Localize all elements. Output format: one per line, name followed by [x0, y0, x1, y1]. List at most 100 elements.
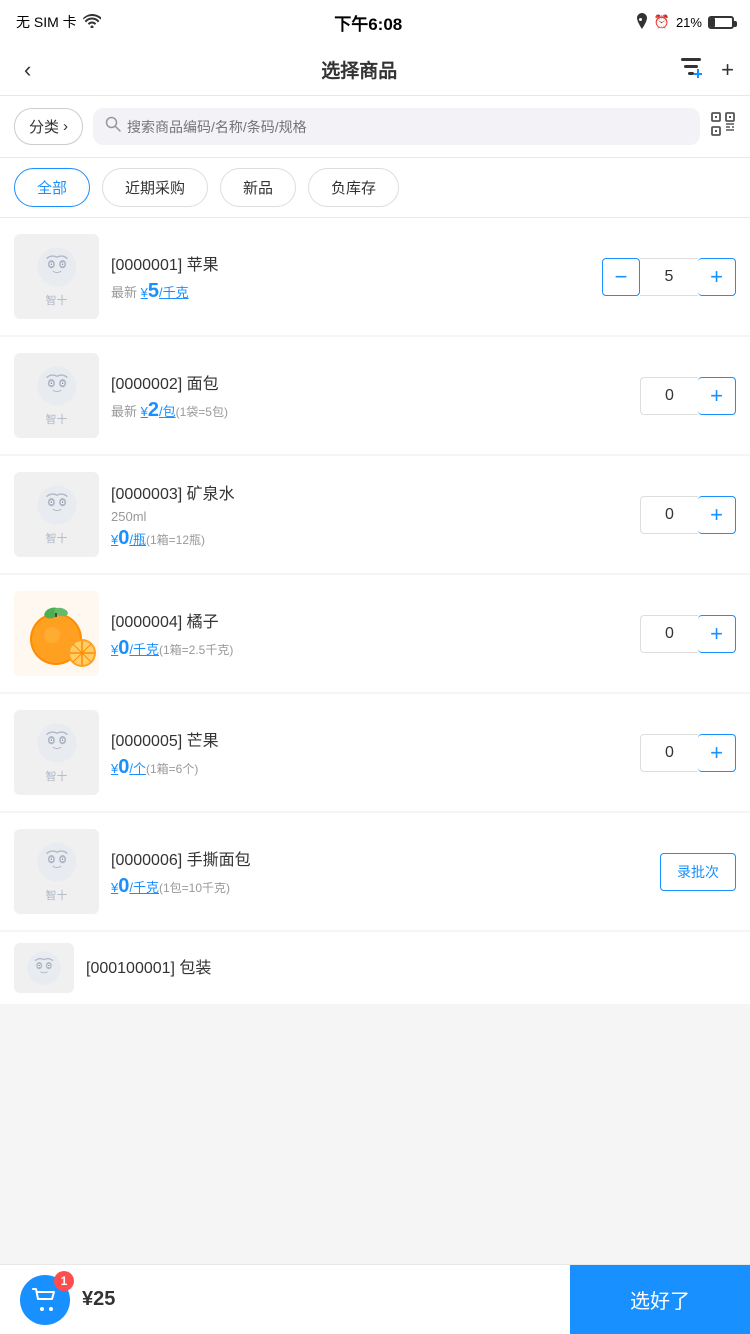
price-number: 0 [118, 875, 129, 897]
price-unit: /千克 [159, 285, 189, 300]
chevron-right-icon: › [63, 118, 68, 135]
cart-total: ¥25 [82, 1288, 115, 1311]
quantity-input[interactable] [640, 377, 698, 415]
scan-icon[interactable] [710, 111, 736, 143]
product-name: [0000005] 芒果 [111, 727, 628, 751]
product-name: [0000003] 矿泉水 [111, 480, 628, 504]
page-title: 选择商品 [321, 56, 397, 83]
product-image-placeholder: 智十 [14, 829, 99, 914]
list-item: 智十 [0000006] 手撕面包 ¥0/千克(1包=10千克) 录批次 [0, 813, 750, 930]
product-info: [0000003] 矿泉水 250ml ¥0/瓶(1箱=12瓶) [99, 480, 640, 550]
cart-section: 1 ¥25 [0, 1275, 570, 1325]
cart-count-badge: 1 [54, 1271, 74, 1291]
filter-icon[interactable] [679, 56, 703, 84]
quantity-input[interactable] [640, 258, 698, 296]
price-unit: /个 [129, 761, 146, 776]
product-name: [0000001] 苹果 [111, 251, 590, 275]
price-currency: ¥ [141, 285, 148, 300]
price-latest-label: 最新 [111, 285, 141, 300]
category-button[interactable]: 分类 › [14, 108, 83, 145]
product-price: ¥0/千克(1包=10千克) [111, 875, 648, 898]
bottom-bar: 1 ¥25 选好了 [0, 1264, 750, 1334]
status-right: ⏰ 21% [636, 13, 734, 32]
price-latest-label: 最新 [111, 404, 141, 419]
product-list: 智十 [0000001] 苹果 最新 ¥5/千克 − + [0, 218, 750, 1004]
product-spec: 250ml [111, 509, 628, 524]
brand-label: 智十 [46, 292, 68, 308]
quantity-control: + [640, 496, 736, 534]
list-item-partial: [000100001] 包装 [0, 932, 750, 1004]
filter-bar: 分类 › [0, 96, 750, 158]
carrier-label: 无 SIM 卡 [16, 12, 77, 32]
increase-button[interactable]: + [698, 258, 736, 296]
tab-recent[interactable]: 近期采购 [102, 168, 208, 207]
wifi-icon [83, 14, 101, 31]
decrease-button[interactable]: − [602, 258, 640, 296]
quantity-input[interactable] [640, 496, 698, 534]
extra-info: (1箱=12瓶) [146, 533, 205, 547]
brand-label: 智十 [46, 887, 68, 903]
battery-icon [708, 16, 734, 29]
product-info: [000100001] 包装 [74, 954, 736, 983]
list-item: [0000004] 橘子 ¥0/千克(1箱=2.5千克) + [0, 575, 750, 692]
product-name: [0000004] 橘子 [111, 608, 628, 632]
search-icon [105, 116, 121, 137]
batch-button[interactable]: 录批次 [660, 853, 736, 891]
price-number: 0 [118, 527, 129, 549]
increase-button[interactable]: + [698, 615, 736, 653]
list-item: 智十 [0000003] 矿泉水 250ml ¥0/瓶(1箱=12瓶) + [0, 456, 750, 573]
increase-button[interactable]: + [698, 377, 736, 415]
extra-info: (1袋=5包) [176, 405, 228, 419]
back-button[interactable]: ‹ [16, 49, 39, 91]
quantity-input[interactable] [640, 615, 698, 653]
quantity-control: + [640, 615, 736, 653]
product-price: ¥0/个(1箱=6个) [111, 756, 628, 779]
confirm-button[interactable]: 选好了 [570, 1265, 750, 1334]
extra-info: (1箱=6个) [146, 762, 198, 776]
extra-info: (1包=10千克) [159, 881, 230, 895]
price-unit: /包 [159, 404, 176, 419]
tab-negative[interactable]: 负库存 [308, 168, 399, 207]
product-price: ¥0/千克(1箱=2.5千克) [111, 637, 628, 660]
quantity-control: + [640, 734, 736, 772]
price-number: 0 [118, 756, 129, 778]
product-image-placeholder [14, 943, 74, 993]
quantity-control: + [640, 377, 736, 415]
product-price: 最新 ¥2/包(1袋=5包) [111, 399, 628, 422]
search-input[interactable] [127, 119, 688, 135]
tab-all[interactable]: 全部 [14, 168, 90, 207]
tab-new[interactable]: 新品 [220, 168, 296, 207]
nav-actions: + [679, 56, 734, 84]
product-info: [0000004] 橘子 ¥0/千克(1箱=2.5千克) [99, 608, 640, 660]
product-price: 最新 ¥5/千克 [111, 280, 590, 303]
price-number: 2 [148, 399, 159, 421]
alarm-icon: ⏰ [654, 14, 670, 30]
category-label: 分类 [29, 116, 59, 137]
product-name: [000100001] 包装 [86, 954, 724, 978]
add-button[interactable]: + [721, 57, 734, 83]
product-image-placeholder: 智十 [14, 710, 99, 795]
product-image-placeholder: 智十 [14, 353, 99, 438]
increase-button[interactable]: + [698, 734, 736, 772]
product-info: [0000002] 面包 最新 ¥2/包(1袋=5包) [99, 370, 640, 422]
product-image-placeholder: 智十 [14, 472, 99, 557]
price-unit: /千克 [129, 880, 159, 895]
price-unit: /千克 [129, 642, 159, 657]
product-image-placeholder: 智十 [14, 234, 99, 319]
brand-label: 智十 [46, 411, 68, 427]
quantity-input[interactable] [640, 734, 698, 772]
quantity-control: − + [602, 258, 736, 296]
product-image [14, 591, 99, 676]
price-number: 0 [118, 637, 129, 659]
product-price: ¥0/瓶(1箱=12瓶) [111, 527, 628, 550]
search-box [93, 108, 700, 145]
product-info: [0000005] 芒果 ¥0/个(1箱=6个) [99, 727, 640, 779]
product-info: [0000001] 苹果 最新 ¥5/千克 [99, 251, 602, 303]
extra-info: (1箱=2.5千克) [159, 643, 233, 657]
cart-button[interactable]: 1 [20, 1275, 70, 1325]
price-unit: /瓶 [129, 532, 146, 547]
increase-button[interactable]: + [698, 496, 736, 534]
battery-percent: 21% [676, 15, 702, 30]
product-info: [0000006] 手撕面包 ¥0/千克(1包=10千克) [99, 846, 660, 898]
brand-label: 智十 [46, 530, 68, 546]
